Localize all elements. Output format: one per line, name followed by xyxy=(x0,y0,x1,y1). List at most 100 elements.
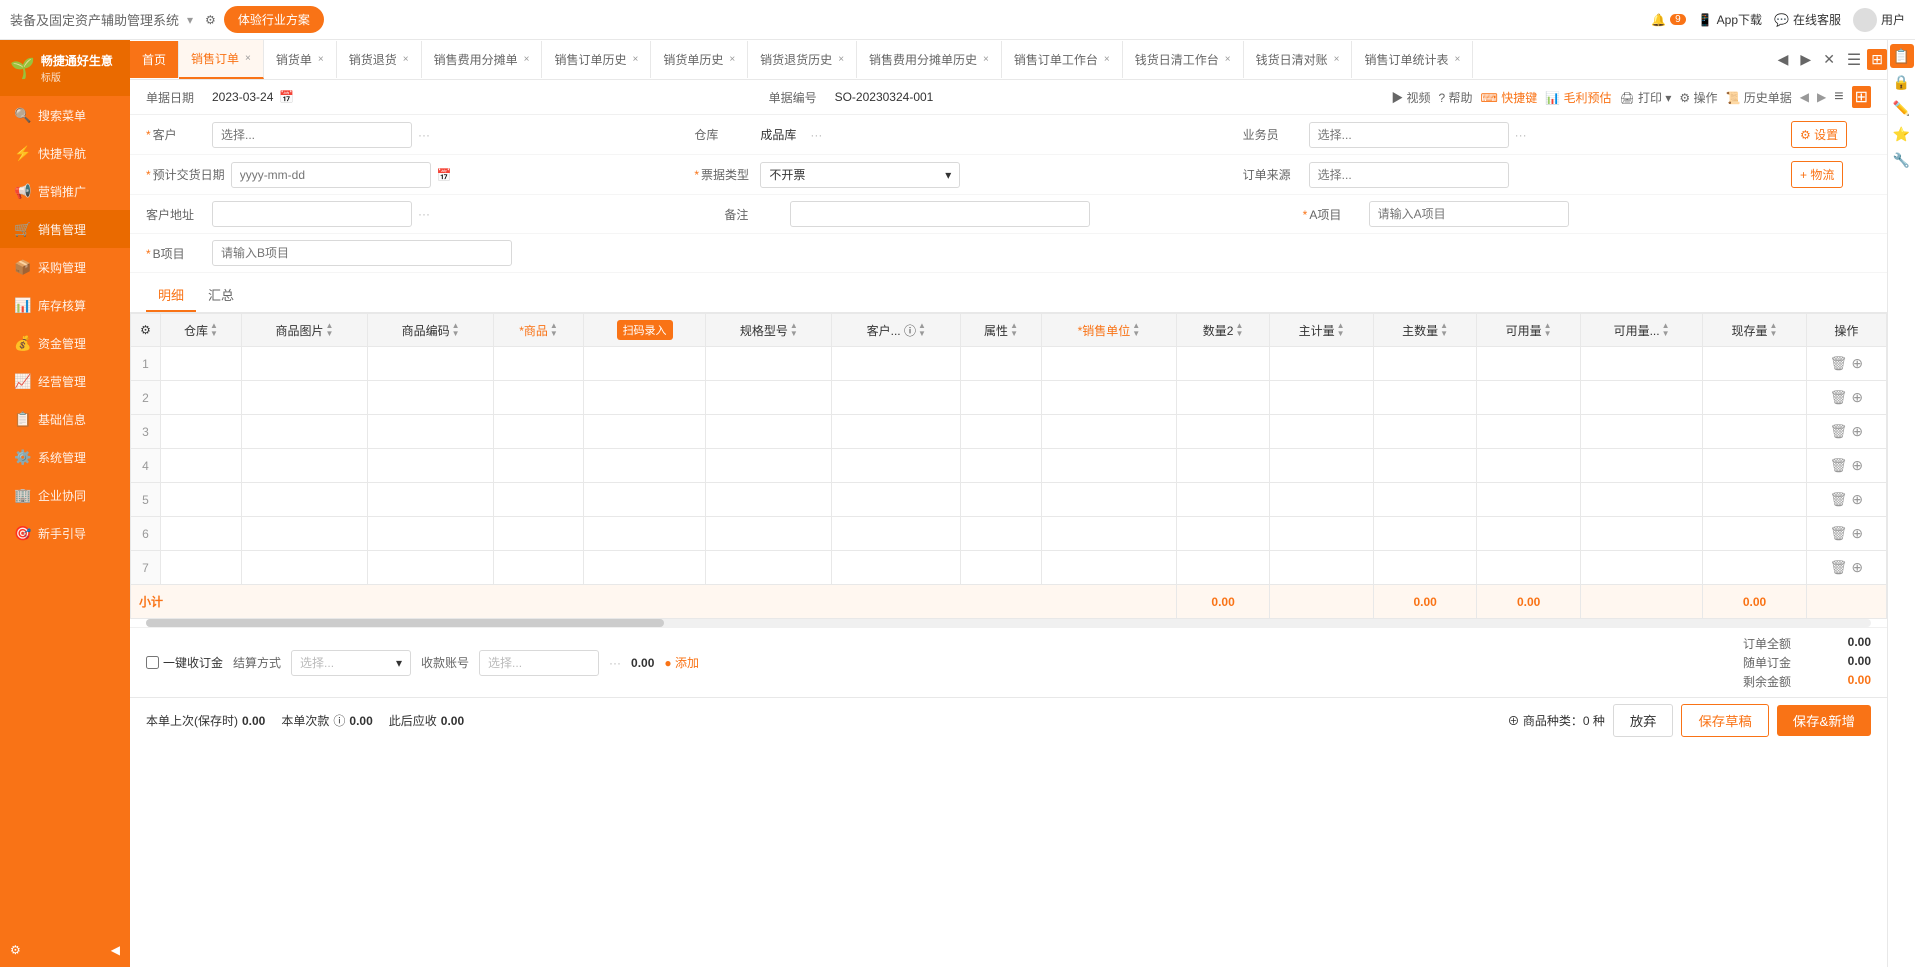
sidebar-item-finance[interactable]: 💰 资金管理 xyxy=(0,324,130,362)
nav-close-all[interactable]: ✕ xyxy=(1817,51,1841,68)
scan-btn[interactable]: 扫码录入 xyxy=(617,320,673,340)
tab-reconcile[interactable]: 钱货日清对账 × xyxy=(1244,41,1353,78)
row-1-scan[interactable] xyxy=(583,347,705,381)
delivery-date-input[interactable] xyxy=(231,162,431,188)
copy-row-6[interactable]: ⊕ xyxy=(1851,525,1863,542)
copy-row-3[interactable]: ⊕ xyxy=(1851,423,1863,440)
close-expense-split-history-tab[interactable]: × xyxy=(983,54,989,65)
tab-expense-split-history[interactable]: 销售费用分摊单历史 × xyxy=(857,41,1002,78)
sidebar-item-search[interactable]: 🔍 搜索菜单 xyxy=(0,96,130,134)
product-count-icon[interactable]: ⊕ xyxy=(1507,714,1519,728)
address-expand[interactable]: ··· xyxy=(418,207,430,221)
scrollbar-thumb[interactable] xyxy=(146,619,664,627)
sidebar-item-inventory[interactable]: 📊 库存核算 xyxy=(0,286,130,324)
order-source-input[interactable] xyxy=(1309,162,1509,188)
close-sales-refund-tab[interactable]: × xyxy=(403,54,409,65)
calendar-icon[interactable]: 📅 xyxy=(279,90,294,104)
remark-input[interactable] xyxy=(790,201,1090,227)
invoice-type-select[interactable]: 不开票 ▾ xyxy=(760,162,960,188)
delete-row-4[interactable]: 🗑 xyxy=(1830,457,1848,474)
row-1-main-qty[interactable] xyxy=(1373,347,1477,381)
logistics-btn[interactable]: + 物流 xyxy=(1791,161,1843,188)
row-1-code[interactable] xyxy=(368,347,494,381)
quick-deposit-input[interactable] xyxy=(146,656,159,669)
close-sales-return-tab[interactable]: × xyxy=(318,54,324,65)
tab-sales-refund[interactable]: 销货退货 × xyxy=(337,41,422,78)
close-expense-split-tab[interactable]: × xyxy=(524,54,530,65)
tab-order-history[interactable]: 销售订单历史 × xyxy=(542,41,651,78)
user-menu[interactable]: 用户 xyxy=(1853,8,1905,32)
row-1-warehouse[interactable] xyxy=(161,347,242,381)
settings-bottom-icon[interactable]: ⚙ xyxy=(10,943,21,957)
delete-row-6[interactable]: 🗑 xyxy=(1830,525,1848,542)
row-1-stock[interactable] xyxy=(1703,347,1807,381)
row-1-attribute[interactable] xyxy=(961,347,1042,381)
delete-row-1[interactable]: 🗑 xyxy=(1830,355,1848,372)
dropdown-arrow[interactable]: ▾ xyxy=(187,13,193,27)
sidebar-item-quicknav[interactable]: ⚡ 快捷导航 xyxy=(0,134,130,172)
row-1-image[interactable] xyxy=(241,347,367,381)
delete-row-2[interactable]: 🗑 xyxy=(1830,389,1848,406)
form-grid-view[interactable]: ⊞ xyxy=(1852,86,1871,108)
close-receivable-workbench-tab[interactable]: × xyxy=(1225,54,1231,65)
nav-menu-icon[interactable]: ☰ xyxy=(1841,50,1867,70)
warehouse-expand[interactable]: ··· xyxy=(810,128,822,142)
tab-order-workbench[interactable]: 销售订单工作台 × xyxy=(1002,41,1123,78)
warehouse-value[interactable]: 成品库 xyxy=(760,126,796,143)
preview-btn[interactable]: ▶ 视频 xyxy=(1391,89,1430,106)
row-1-available[interactable] xyxy=(1477,347,1581,381)
row-1-available2[interactable] xyxy=(1580,347,1702,381)
nav-prev-arrow[interactable]: ◀ xyxy=(1772,51,1795,68)
receipt-account-select[interactable]: 选择... xyxy=(479,650,599,676)
history-btn[interactable]: 📜 历史单据 xyxy=(1726,89,1792,106)
nav-form-next[interactable]: ▶ xyxy=(1817,90,1826,104)
tab-receivable-workbench[interactable]: 钱货日清工作台 × xyxy=(1123,41,1244,78)
operations-btn[interactable]: ⚙ 操作 xyxy=(1679,89,1717,106)
collapse-icon[interactable]: ◀ xyxy=(111,943,120,957)
shortcut-btn[interactable]: ⌨ 快捷键 xyxy=(1481,89,1538,106)
save-draft-button[interactable]: 保存草稿 xyxy=(1681,704,1768,737)
project-b-input[interactable] xyxy=(212,240,512,266)
row-1-main-unit[interactable] xyxy=(1270,347,1374,381)
close-order-history-tab[interactable]: × xyxy=(632,54,638,65)
tab-refund-history[interactable]: 销货退货历史 × xyxy=(748,41,857,78)
sidebar-item-sales[interactable]: 🛒 销售管理 xyxy=(0,210,130,248)
sidebar-item-enterprise[interactable]: 🏢 企业协同 xyxy=(0,476,130,514)
copy-row-2[interactable]: ⊕ xyxy=(1851,389,1863,406)
close-stats-tab[interactable]: × xyxy=(1454,54,1460,65)
nav-next-arrow[interactable]: ▶ xyxy=(1794,51,1817,68)
nav-form-prev[interactable]: ◀ xyxy=(1800,90,1809,104)
sidebar-item-marketing[interactable]: 📢 营销推广 xyxy=(0,172,130,210)
tab-summary[interactable]: 汇总 xyxy=(196,279,246,312)
delete-row-7[interactable]: 🗑 xyxy=(1830,559,1848,576)
tab-return-history[interactable]: 销货单历史 × xyxy=(651,41,748,78)
tab-sales-order[interactable]: 销售订单 × xyxy=(179,40,264,79)
settings-icon[interactable]: ⚙ xyxy=(205,13,216,27)
nav-expand-icon[interactable]: ⊞ xyxy=(1867,49,1887,70)
customer-input[interactable] xyxy=(212,122,412,148)
close-order-workbench-tab[interactable]: × xyxy=(1104,54,1110,65)
salesperson-input[interactable] xyxy=(1309,122,1509,148)
add-payment-btn[interactable]: ● 添加 xyxy=(664,654,699,671)
sidebar-item-purchase[interactable]: 📦 采购管理 xyxy=(0,248,130,286)
th-settings[interactable]: ⚙ xyxy=(131,314,161,347)
row-1-product[interactable] xyxy=(494,347,584,381)
current-order-info[interactable]: ⓘ xyxy=(333,712,345,729)
horizontal-scrollbar[interactable] xyxy=(146,619,1871,627)
copy-row-7[interactable]: ⊕ xyxy=(1851,559,1863,576)
settings-btn[interactable]: ⚙ 设置 xyxy=(1791,121,1847,148)
delete-row-3[interactable]: 🗑 xyxy=(1830,423,1848,440)
right-panel-btn-2[interactable]: 🔒 xyxy=(1890,70,1914,94)
close-return-history-tab[interactable]: × xyxy=(729,54,735,65)
row-1-qty2[interactable] xyxy=(1176,347,1269,381)
close-refund-history-tab[interactable]: × xyxy=(838,54,844,65)
tab-expense-split[interactable]: 销售费用分摊单 × xyxy=(422,41,543,78)
online-service-btn[interactable]: 💬 在线客服 xyxy=(1774,11,1841,28)
sidebar-item-system[interactable]: ⚙️ 系统管理 xyxy=(0,438,130,476)
receipt-expand[interactable]: ··· xyxy=(609,656,621,670)
row-1-spec[interactable] xyxy=(706,347,832,381)
print-btn[interactable]: 🖨 打印 ▾ xyxy=(1619,89,1671,106)
tab-stats[interactable]: 销售订单统计表 × xyxy=(1352,41,1473,78)
tab-home[interactable]: 首页 xyxy=(130,41,179,78)
industry-btn[interactable]: 体验行业方案 xyxy=(224,6,324,33)
